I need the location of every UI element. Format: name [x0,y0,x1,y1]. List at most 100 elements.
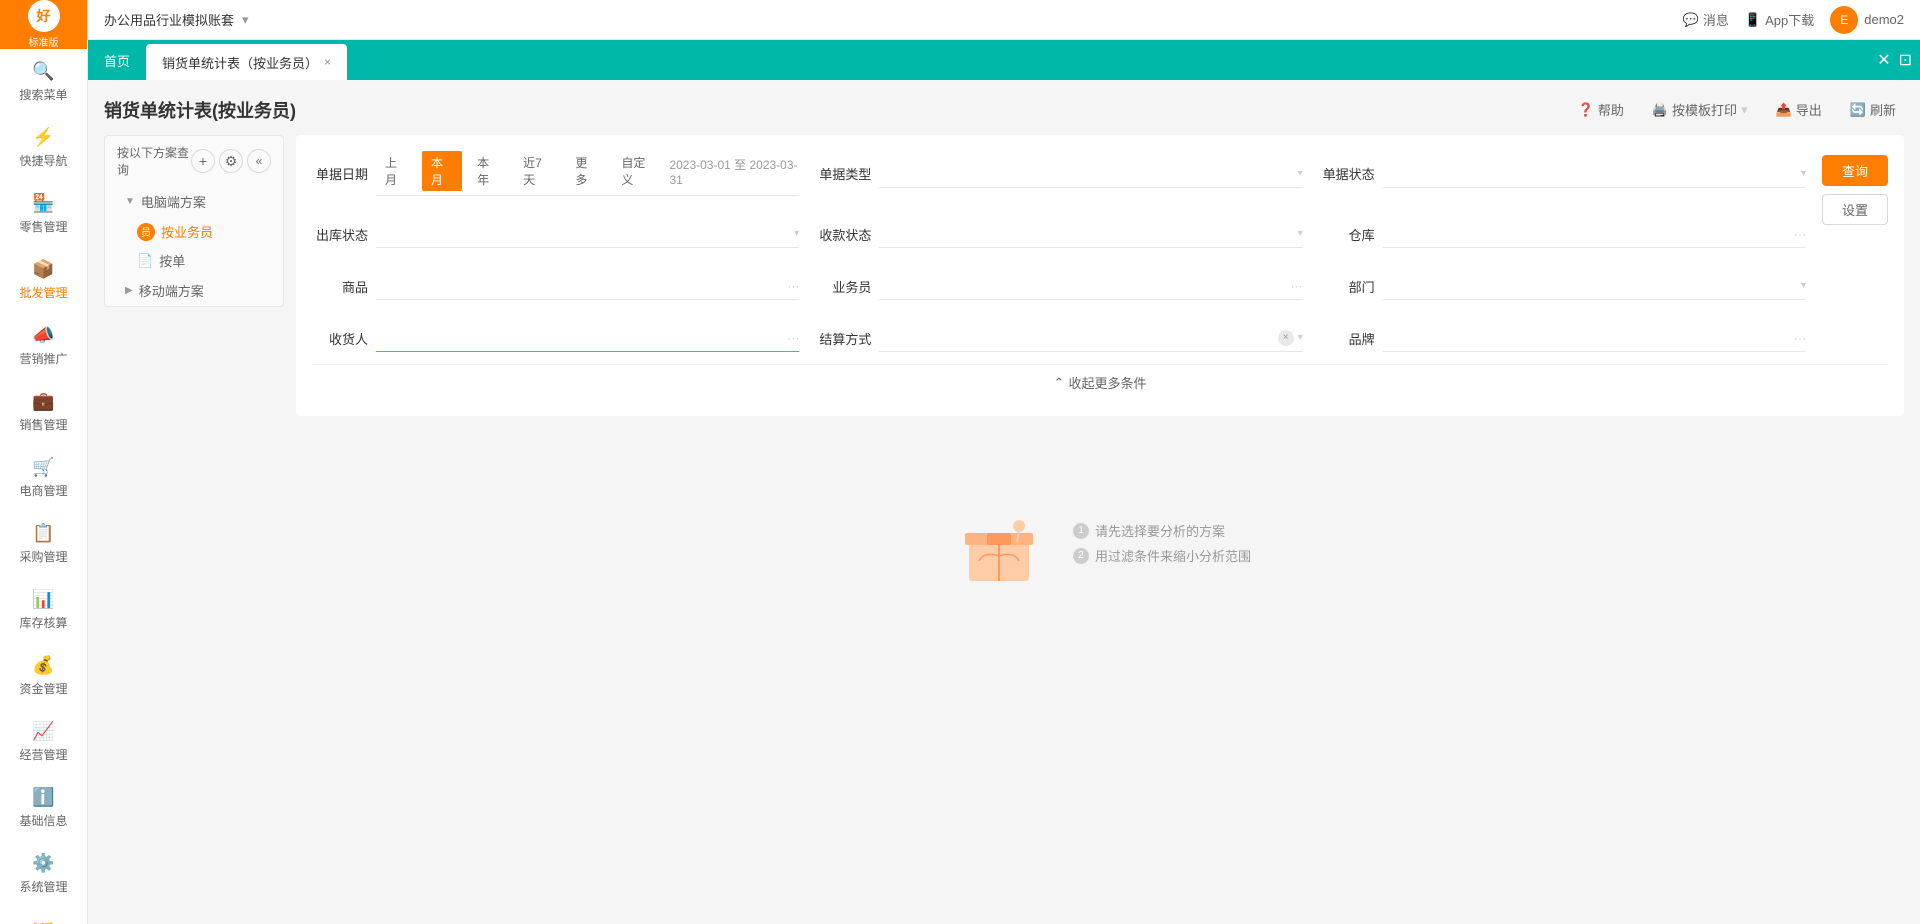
sales-icon: 💼 [32,391,54,412]
sidebar-item-label: 系统管理 [19,878,67,895]
salesman-dots-icon: ··· [1291,279,1303,293]
empty-step2: 2 用过滤条件来缩小分析范围 [1073,546,1251,565]
filter-row-4: 收货人 ··· 结算方式 [312,324,1806,352]
sidebar-item-finance[interactable]: 💰 资金管理 [0,643,88,709]
header-actions: 💬 消息 📱 App下载 E demo2 [1683,6,1904,34]
date-this-year-btn[interactable]: 本年 [468,151,508,191]
goods-label: 商品 [312,277,368,296]
close-window-icon[interactable]: ✕ [1877,50,1890,70]
out-status-label: 出库状态 [312,225,368,244]
basic-icon: ℹ️ [32,787,54,808]
add-scheme-btn[interactable]: + [191,149,215,173]
app-logo[interactable]: 好 标准版 [0,0,88,49]
sidebar-item-wholesale[interactable]: 📦 批发管理 [0,247,88,313]
export-label: 导出 [1796,100,1822,119]
collapse-more-btn[interactable]: ⌃ 收起更多条件 [312,364,1888,400]
date-more-btn[interactable]: 更多 [566,151,606,191]
tab-window-controls: ✕ ⊡ [1877,50,1912,70]
tab-active[interactable]: 销货单统计表（按业务员） × [146,44,347,80]
inventory-icon: 📊 [32,589,54,610]
search-icon: 🔍 [32,61,54,82]
sidebar-item-retail[interactable]: 🏪 零售管理 [0,181,88,247]
sidebar-item-search[interactable]: 🔍 搜索菜单 [0,49,88,115]
date-custom-btn[interactable]: 自定义 [612,151,663,191]
sidebar-item-label: 零售管理 [19,218,67,235]
sidebar-item-label: 库存核算 [19,614,67,631]
refresh-label: 刷新 [1870,100,1896,119]
date-last-month-btn[interactable]: 上月 [376,151,416,191]
collapse-icon: ⌃ [1054,375,1065,391]
status-input[interactable]: ▾ [1383,160,1806,188]
sidebar-item-quick[interactable]: ⚡ 快捷导航 [0,115,88,181]
sidebar-item-coop[interactable]: 🤝 企业协同 [0,907,88,924]
warehouse-input[interactable]: ··· [1383,220,1806,248]
receiver-label: 收货人 [312,329,368,348]
filter-brand-item: 品牌 ··· [1319,324,1806,352]
settings-button[interactable]: 设置 [1822,194,1888,225]
query-button[interactable]: 查询 [1822,155,1888,186]
tab-bar-inner: 首页 销货单统计表（按业务员） × [88,40,1877,80]
receiver-dots-icon: ··· [787,331,799,345]
settlement-input[interactable]: × ▾ [879,324,1302,352]
sidebar-item-ecommerce[interactable]: 🛒 电商管理 [0,445,88,511]
type-input[interactable]: ▾ [879,160,1302,188]
sidebar-item-label: 电商管理 [19,482,67,499]
user-action[interactable]: E demo2 [1830,6,1904,34]
settlement-clear-btn[interactable]: × [1278,330,1294,346]
department-input[interactable]: ▾ [1383,272,1806,300]
maximize-window-icon[interactable]: ⊡ [1899,50,1912,70]
print-label: 按模板打印 [1672,100,1737,119]
filter-department-item: 部门 ▾ [1319,272,1806,300]
sidebar-item-sales[interactable]: 💼 销售管理 [0,379,88,445]
tab-close-icon[interactable]: × [324,55,331,69]
finance-icon: 💰 [32,655,54,676]
pay-status-input[interactable]: ▾ [879,220,1302,248]
refresh-button[interactable]: 🔄 刷新 [1842,96,1904,123]
app-download-action[interactable]: 📱 App下载 [1745,10,1814,29]
help-button[interactable]: ❓ 帮助 [1570,96,1632,123]
sidebar-item-label: 资金管理 [19,680,67,697]
print-button[interactable]: 🖨️ 按模板打印 ▾ [1644,96,1756,123]
tab-active-label: 销货单统计表（按业务员） [162,53,318,72]
sidebar-item-purchase[interactable]: 📋 采购管理 [0,511,88,577]
salesman-input[interactable]: ··· [879,272,1302,300]
sidebar-item-basic[interactable]: ℹ️ 基础信息 [0,775,88,841]
receiver-input[interactable]: ··· [376,324,799,352]
empty-illustration [949,496,1049,596]
message-action[interactable]: 💬 消息 [1683,10,1729,29]
breadcrumb-dropdown-icon[interactable]: ▾ [242,12,249,28]
filter-row-3: 商品 ··· 业务员 [312,272,1806,300]
filter-status-item: 单据状态 ▾ [1319,160,1806,188]
print-dropdown-icon: ▾ [1741,102,1748,118]
export-button[interactable]: 📤 导出 [1768,96,1830,123]
scheme-section-mobile[interactable]: ▶ 移动端方案 [105,275,283,306]
purchase-icon: 📋 [32,523,54,544]
brand-label: 品牌 [1319,329,1375,348]
collapse-label: 收起更多条件 [1068,373,1146,392]
edit-scheme-btn[interactable]: ⚙ [219,149,243,173]
sidebar-item-inventory[interactable]: 📊 库存核算 [0,577,88,643]
tab-home[interactable]: 首页 [88,40,146,80]
sidebar-item-operation[interactable]: 📈 经营管理 [0,709,88,775]
collapse-scheme-btn[interactable]: « [247,149,271,173]
filter-row-date: 单据日期 上月 本月 本年 近7天 更多 自定义 2023-03-01 至 20… [312,151,1806,196]
date-this-month-btn[interactable]: 本月 [422,151,462,191]
filter-goods-item: 商品 ··· [312,272,799,300]
out-status-input[interactable]: ▾ [376,220,799,248]
salesman-label: 业务员 [815,277,871,296]
sidebar-item-marketing[interactable]: 📣 营销推广 [0,313,88,379]
brand-dots-icon: ··· [1794,331,1806,345]
sidebar-item-system[interactable]: ⚙️ 系统管理 [0,841,88,907]
scheme-section-pc[interactable]: ▼ 电脑端方案 [105,186,283,217]
system-icon: ⚙️ [32,853,54,874]
goods-input[interactable]: ··· [376,272,799,300]
main-area: 办公用品行业模拟账套 ▾ 💬 消息 📱 App下载 E demo2 首页 [88,0,1920,924]
scheme-item-order[interactable]: 📄 按单 [105,246,283,275]
scheme-item-salesman[interactable]: 员 按业务员 [105,217,283,246]
settlement-dropdown-icon: ▾ [1298,332,1303,343]
brand-input[interactable]: ··· [1383,324,1806,352]
empty-box-svg [949,496,1049,596]
date-last7-btn[interactable]: 近7天 [514,151,560,191]
user-name: demo2 [1864,12,1904,27]
page-title: 销货单统计表(按业务员) [104,97,296,123]
